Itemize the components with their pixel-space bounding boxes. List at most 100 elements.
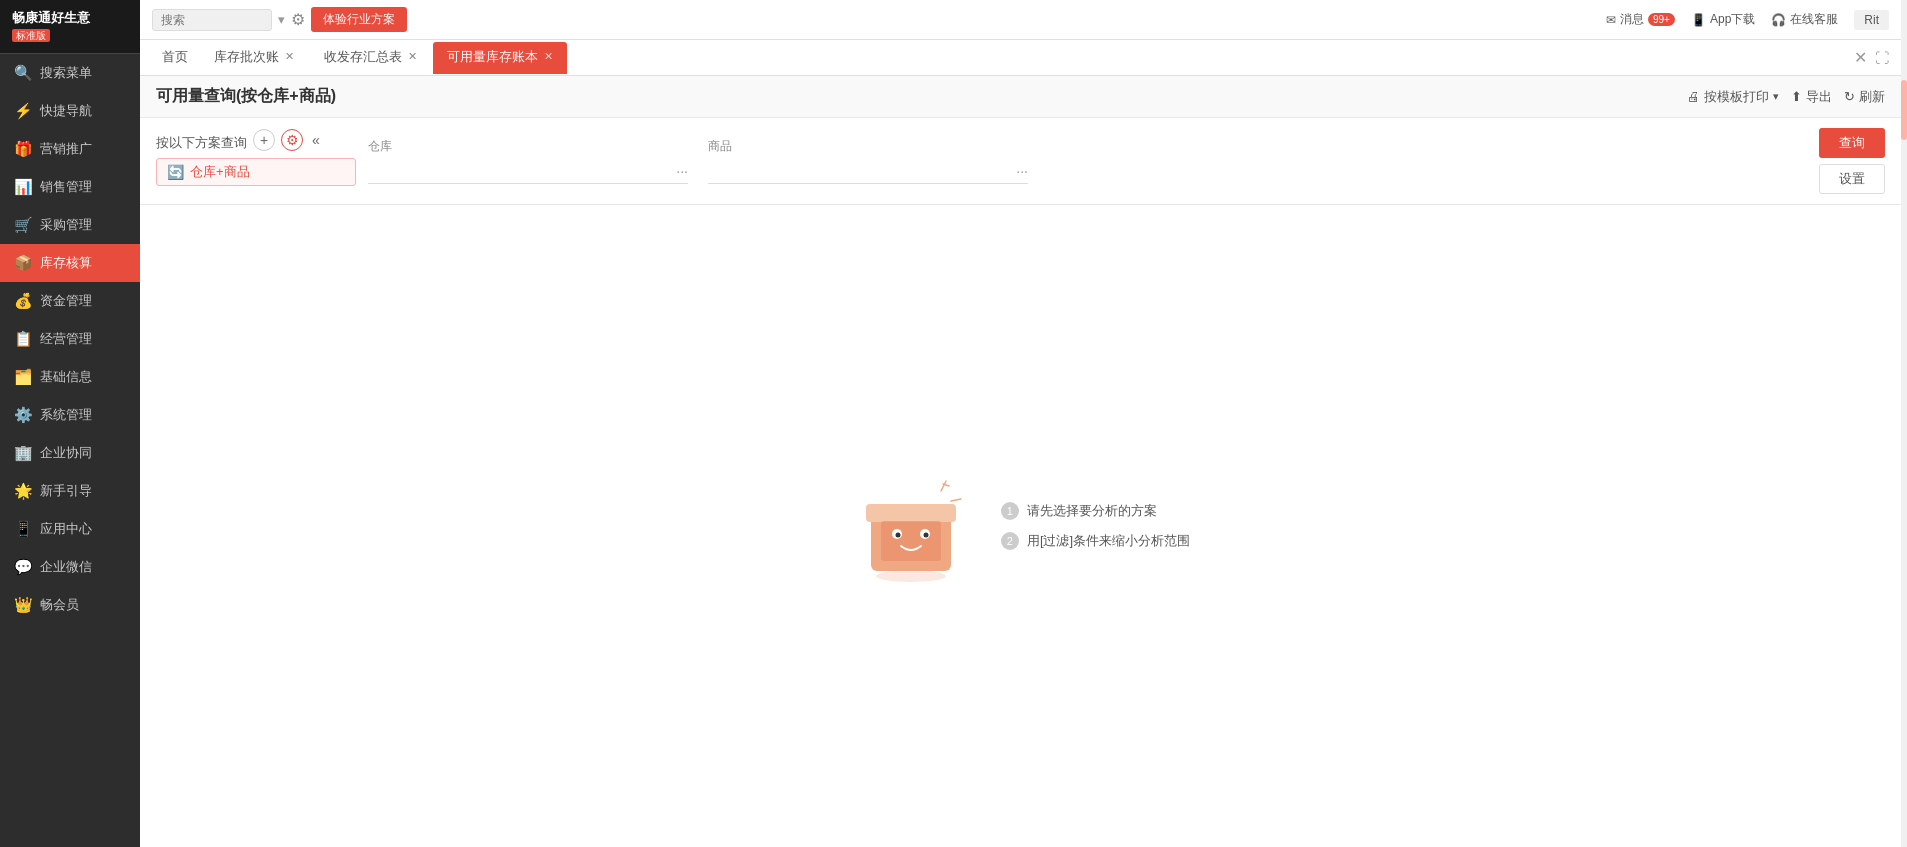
sidebar-item-search[interactable]: 🔍 搜索菜单: [0, 54, 140, 92]
main-area: ▾ ⚙ 体验行业方案 ✉ 消息 99+ 📱 App下载 🎧 在线客服 Rit: [140, 0, 1901, 847]
message-item[interactable]: ✉ 消息 99+: [1606, 11, 1675, 28]
sidebar-item-label-system: 系统管理: [40, 406, 92, 424]
right-scrollbar[interactable]: [1901, 0, 1907, 847]
print-icon: 🖨: [1687, 89, 1700, 104]
quick-nav-icon: ⚡: [14, 102, 32, 120]
warehouse-more-icon[interactable]: ···: [676, 163, 688, 179]
refresh-action[interactable]: ↻ 刷新: [1844, 88, 1885, 106]
sidebar-item-sales[interactable]: 📊销售管理: [0, 168, 140, 206]
sidebar-item-label-operations: 经营管理: [40, 330, 92, 348]
online-service-item[interactable]: 🎧 在线客服: [1771, 11, 1838, 28]
sidebar-item-label-enterprise: 企业协同: [40, 444, 92, 462]
svg-rect-2: [866, 504, 956, 522]
sidebar-item-label-basic-info: 基础信息: [40, 368, 92, 386]
sidebar-item-marketing[interactable]: 🎁营销推广: [0, 130, 140, 168]
sidebar-item-purchase[interactable]: 🛒 采购管理: [0, 206, 140, 244]
message-label: 消息: [1620, 11, 1644, 28]
sidebar-item-finance[interactable]: 💰资金管理: [0, 282, 140, 320]
tab-available-ledger-close[interactable]: ✕: [544, 50, 553, 63]
sidebar-item-label-purchase: 采购管理: [40, 216, 92, 234]
topbar-right: ✉ 消息 99+ 📱 App下载 🎧 在线客服 Rit: [1606, 10, 1889, 30]
hint-text-2: 用[过滤]条件来缩小分析范围: [1027, 532, 1190, 550]
search-icon: 🔍: [14, 64, 32, 82]
warehouse-field-label: 仓库: [368, 138, 688, 155]
tab-receive-summary-close[interactable]: ✕: [408, 50, 417, 63]
weixin-icon: 💬: [14, 558, 32, 576]
tab-batch-account[interactable]: 库存批次账 ✕: [200, 42, 308, 74]
sidebar-item-app-center[interactable]: 📱应用中心: [0, 510, 140, 548]
empty-hint-1: 1 请先选择要分析的方案: [1001, 502, 1190, 520]
sales-icon: 📊: [14, 178, 32, 196]
mobile-icon: 📱: [1691, 13, 1706, 27]
page-title: 可用量查询(按仓库+商品): [156, 86, 336, 107]
product-input-wrapper: ···: [708, 159, 1028, 184]
system-icon: ⚙️: [14, 406, 32, 424]
message-icon: ✉: [1606, 13, 1616, 27]
topbar-left: ▾ ⚙ 体验行业方案: [152, 7, 1598, 32]
query-button[interactable]: 查询: [1819, 128, 1885, 158]
product-field-label: 商品: [708, 138, 1028, 155]
sidebar-item-basic-info[interactable]: 🗂️基础信息: [0, 358, 140, 396]
app-download-item[interactable]: 📱 App下载: [1691, 11, 1755, 28]
settings-icon[interactable]: ⚙: [291, 10, 305, 29]
search-input[interactable]: [152, 9, 272, 31]
user-info[interactable]: Rit: [1854, 10, 1889, 30]
scheme-icon: 🔄: [167, 164, 184, 180]
sidebar-item-guide[interactable]: 🌟新手引导: [0, 472, 140, 510]
tab-receive-summary[interactable]: 收发存汇总表 ✕: [310, 42, 431, 74]
empty-hint-2: 2 用[过滤]条件来缩小分析范围: [1001, 532, 1190, 550]
headset-icon: 🎧: [1771, 13, 1786, 27]
svg-point-0: [876, 570, 946, 582]
scheme-settings-button[interactable]: ⚙: [281, 129, 303, 151]
scheme-warehouse-product[interactable]: 🔄 仓库+商品: [156, 158, 356, 186]
sidebar-item-member[interactable]: 👑畅会员: [0, 586, 140, 624]
svg-point-7: [923, 533, 928, 538]
warehouse-input[interactable]: [368, 164, 672, 179]
svg-line-9: [951, 499, 961, 501]
print-dropdown-icon[interactable]: ▾: [1773, 90, 1779, 103]
tab-batch-account-label: 库存批次账: [214, 48, 279, 66]
purchase-icon: 🛒: [14, 216, 32, 234]
empty-hints: 1 请先选择要分析的方案 2 用[过滤]条件来缩小分析范围: [1001, 502, 1190, 550]
tabbar-actions: ✕ ⛶: [1854, 48, 1889, 67]
sidebar-item-quick-nav[interactable]: ⚡快捷导航: [0, 92, 140, 130]
operations-icon: 📋: [14, 330, 32, 348]
print-label: 按模板打印: [1704, 88, 1769, 106]
content-area: 1 请先选择要分析的方案 2 用[过滤]条件来缩小分析范围: [140, 205, 1901, 847]
version-badge: 标准版: [12, 29, 50, 42]
refresh-icon: ↻: [1844, 89, 1855, 104]
scheme-header: 按以下方案查询 + ⚙ «: [156, 128, 356, 152]
hint-text-1: 请先选择要分析的方案: [1027, 502, 1157, 520]
tab-batch-account-close[interactable]: ✕: [285, 50, 294, 63]
industry-solution-button[interactable]: 体验行业方案: [311, 7, 407, 32]
tab-close-all-button[interactable]: ✕: [1854, 48, 1867, 67]
sidebar-item-label-member: 畅会员: [40, 596, 79, 614]
export-action[interactable]: ⬆ 导出: [1791, 88, 1832, 106]
empty-illustration: [851, 466, 971, 586]
sidebar-item-label-search: 搜索菜单: [40, 64, 92, 82]
sidebar-item-label-guide: 新手引导: [40, 482, 92, 500]
sidebar-header: 畅康通好生意 标准版: [0, 0, 140, 54]
settings-button[interactable]: 设置: [1819, 164, 1885, 194]
sidebar-item-inventory[interactable]: 📦库存核算: [0, 244, 140, 282]
enterprise-icon: 🏢: [14, 444, 32, 462]
product-input[interactable]: [708, 164, 1012, 179]
collapse-button[interactable]: «: [309, 129, 323, 151]
sidebar-item-label-inventory: 库存核算: [40, 254, 92, 272]
tab-home[interactable]: 首页: [152, 42, 198, 74]
filter-fields: 仓库 ··· 商品 ··· 查询 设置: [368, 128, 1885, 194]
tabbar: 首页 库存批次账 ✕ 收发存汇总表 ✕ 可用量库存账本 ✕ ✕ ⛶: [140, 40, 1901, 76]
page-header: 可用量查询(按仓库+商品) 🖨 按模板打印 ▾ ⬆ 导出 ↻ 刷新: [140, 76, 1901, 118]
sidebar-item-weixin[interactable]: 💬企业微信: [0, 548, 140, 586]
sidebar-item-operations[interactable]: 📋 经营管理: [0, 320, 140, 358]
print-action[interactable]: 🖨 按模板打印 ▾: [1687, 88, 1779, 106]
product-field: 商品 ···: [708, 138, 1028, 184]
sidebar-item-system[interactable]: ⚙️ 系统管理: [0, 396, 140, 434]
user-name: Rit: [1864, 13, 1879, 27]
product-more-icon[interactable]: ···: [1016, 163, 1028, 179]
dropdown-arrow[interactable]: ▾: [278, 12, 285, 27]
add-scheme-button[interactable]: +: [253, 129, 275, 151]
sidebar-item-enterprise[interactable]: 🏢 企业协同: [0, 434, 140, 472]
tab-available-ledger[interactable]: 可用量库存账本 ✕: [433, 42, 567, 74]
tab-expand-button[interactable]: ⛶: [1875, 50, 1889, 66]
